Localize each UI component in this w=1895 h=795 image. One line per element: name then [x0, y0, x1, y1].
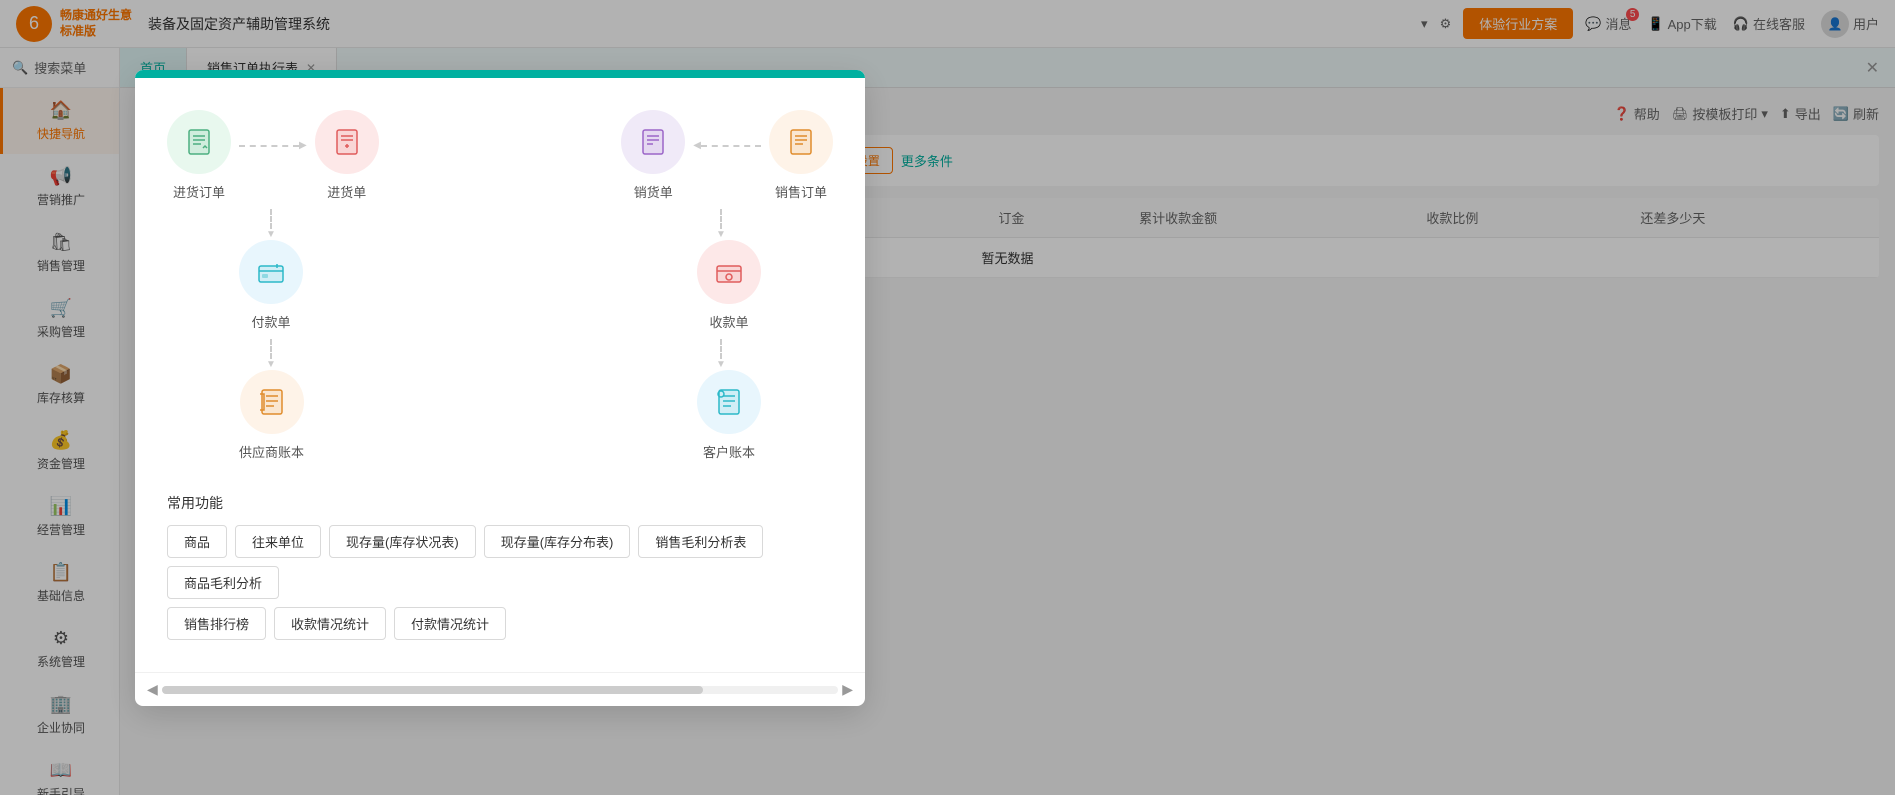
sales-order-label: 销售订单 — [775, 182, 827, 201]
payment-in-label: 收款单 — [709, 312, 748, 331]
modal-overlay[interactable]: 进货订单 ▶ 进货单 — [0, 0, 1895, 795]
modal-scrollbar: ◀ ▶ — [135, 672, 865, 706]
workflow-middle-row: 付款单 收款单 — [167, 240, 833, 331]
node-customer-ledger: 客户账本 — [697, 370, 761, 461]
modal-box: 进货订单 ▶ 进货单 — [135, 70, 865, 706]
func-btn-contacts[interactable]: 往来单位 — [235, 525, 321, 558]
workflow-diagram: 进货订单 ▶ 进货单 — [167, 110, 833, 469]
purchase-label: 进货单 — [327, 182, 366, 201]
customer-ledger-label: 客户账本 — [703, 442, 755, 461]
func-btn-inventory-dist[interactable]: 现存量(库存分布表) — [484, 525, 631, 558]
payment-out-label: 付款单 — [251, 312, 290, 331]
customer-ledger-icon — [697, 370, 761, 434]
arrow-sales-order-to-sales: ◀ — [693, 140, 761, 151]
node-purchase-order: 进货订单 — [167, 110, 231, 201]
common-funcs-title: 常用功能 — [167, 493, 833, 513]
node-payment-in: 收款单 — [697, 240, 761, 331]
supplier-ledger-label: 供应商账本 — [239, 442, 304, 461]
arrow-down-purchase: ▼ — [239, 209, 303, 240]
node-sales-order: 销售订单 — [769, 110, 833, 201]
node-sales: 销货单 — [621, 110, 685, 201]
sales-order-icon — [769, 110, 833, 174]
arrow-down-sales: ▼ — [689, 209, 753, 240]
purchase-icon — [315, 110, 379, 174]
sales-label: 销货单 — [634, 182, 673, 201]
func-btn-goods-profit[interactable]: 商品毛利分析 — [167, 566, 279, 599]
sales-icon — [621, 110, 685, 174]
func-btn-receipt-stats[interactable]: 收款情况统计 — [274, 607, 386, 640]
supplier-ledger-icon — [240, 370, 304, 434]
payment-out-icon — [239, 240, 303, 304]
func-btn-sales-rank[interactable]: 销售排行榜 — [167, 607, 266, 640]
func-btn-payment-stats[interactable]: 付款情况统计 — [394, 607, 506, 640]
arrow-down-receipt: ▼ — [689, 339, 753, 370]
node-supplier-ledger: 供应商账本 — [239, 370, 304, 461]
scroll-right-icon[interactable]: ▶ — [842, 681, 853, 698]
purchase-order-label: 进货订单 — [173, 182, 225, 201]
scrollbar-track[interactable] — [162, 686, 838, 694]
modal-content: 进货订单 ▶ 进货单 — [135, 78, 865, 672]
node-purchase: 进货单 — [315, 110, 379, 201]
modal-top-bar — [135, 70, 865, 78]
workflow-top-row: 进货订单 ▶ 进货单 — [167, 110, 833, 201]
func-btn-inventory-status[interactable]: 现存量(库存状况表) — [329, 525, 476, 558]
func-btn-goods[interactable]: 商品 — [167, 525, 227, 558]
purchase-order-icon — [167, 110, 231, 174]
payment-in-icon — [697, 240, 761, 304]
arrow-purchase-to-receipt: ▶ — [239, 140, 307, 151]
workflow-arrows-row: ▼ ▼ — [167, 209, 833, 240]
scroll-left-icon[interactable]: ◀ — [147, 681, 158, 698]
common-funcs-section: 常用功能 商品 往来单位 现存量(库存状况表) 现存量(库存分布表) 销售毛利分… — [167, 493, 833, 640]
scrollbar-thumb — [162, 686, 703, 694]
arrow-down-payment: ▼ — [239, 339, 303, 370]
func-buttons-row2: 销售排行榜 收款情况统计 付款情况统计 — [167, 607, 833, 640]
node-payment-out: 付款单 — [239, 240, 303, 331]
workflow-arrows-row2: ▼ ▼ — [167, 339, 833, 370]
func-btn-sales-profit-analysis[interactable]: 销售毛利分析表 — [638, 525, 763, 558]
func-buttons-row1: 商品 往来单位 现存量(库存状况表) 现存量(库存分布表) 销售毛利分析表 商品… — [167, 525, 833, 599]
workflow-bottom-row: 供应商账本 客户账本 — [167, 370, 833, 461]
